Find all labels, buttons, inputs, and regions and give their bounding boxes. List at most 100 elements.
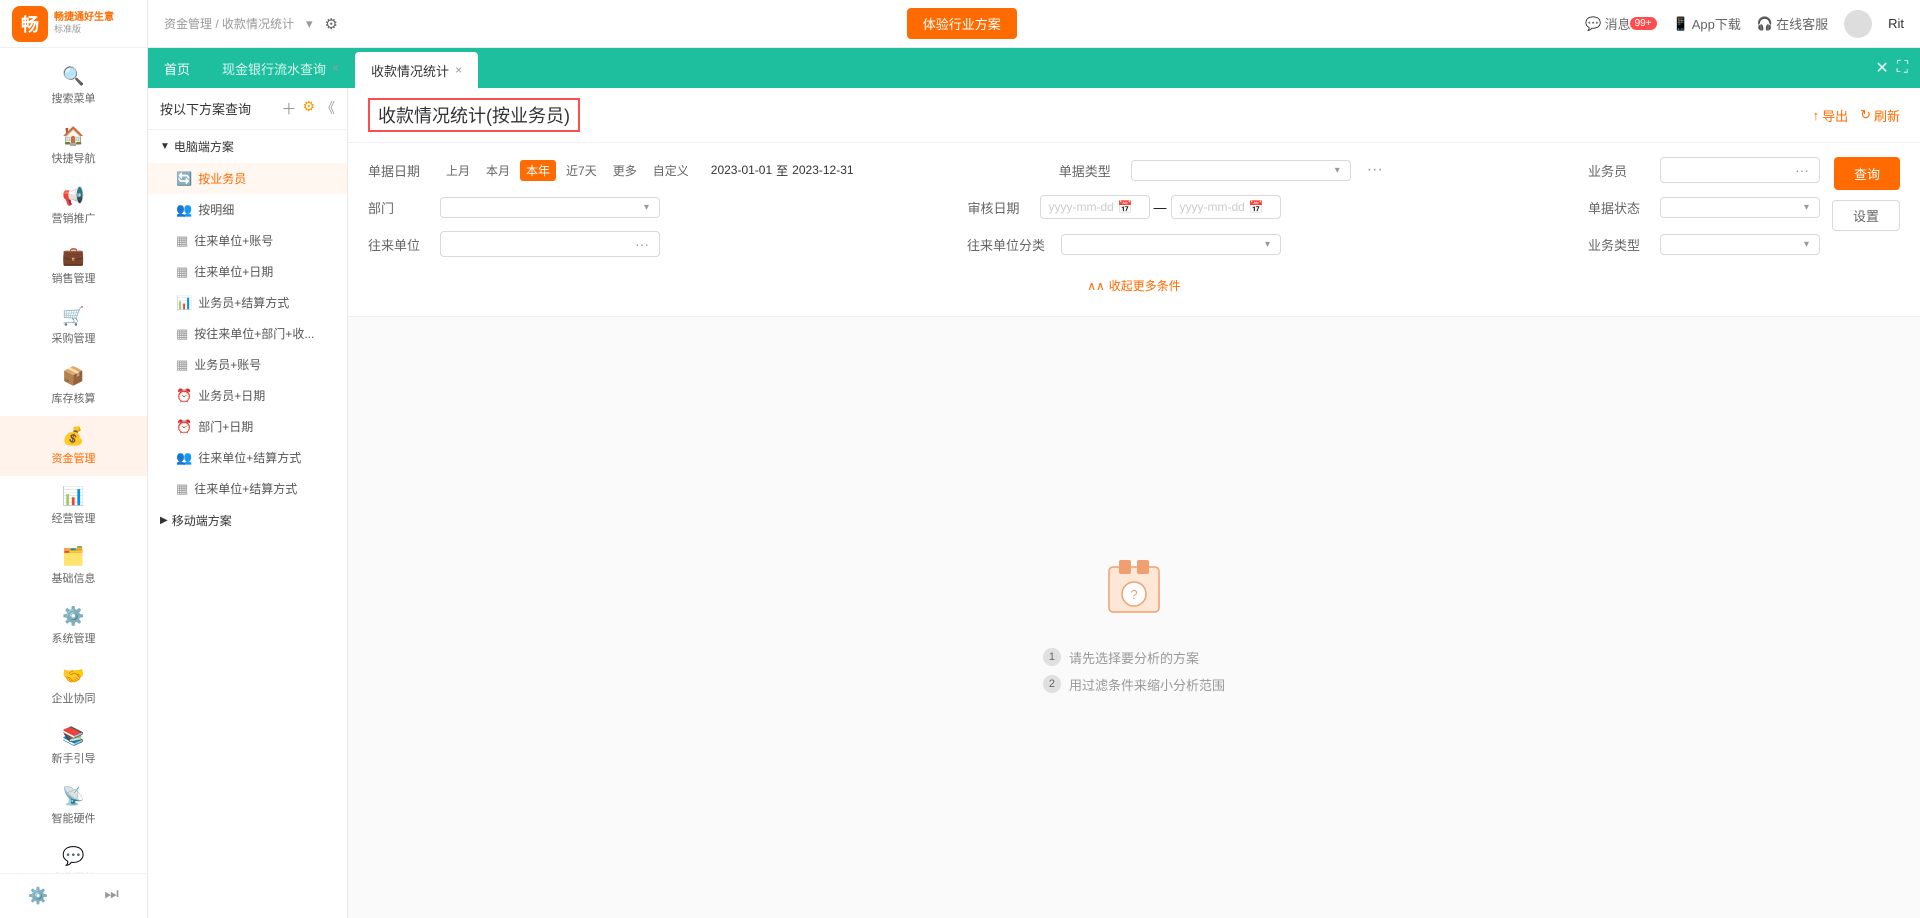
- date-tabs: 上月本月本年近7天更多自定义: [440, 160, 695, 181]
- sidebar-item-wechat[interactable]: 💬 企业微信: [0, 836, 147, 873]
- sidebar-item-guide[interactable]: 📚 新手引导: [0, 716, 147, 776]
- scheme-item-unit_dept_collect[interactable]: ▦ 按往来单位+部门+收...: [148, 318, 347, 349]
- page-title: 收款情况统计(按业务员): [368, 98, 580, 132]
- doc-status-select[interactable]: ▾: [1660, 197, 1820, 218]
- main-area: 资金管理 / 收款情况统计 ▾ ⚙ 体验行业方案 💬 消息 99+ 📱 App下…: [148, 0, 1920, 918]
- scheme-icon-unit_dept_collect: ▦: [176, 326, 188, 342]
- refresh-icon: ↻: [1860, 107, 1871, 123]
- scheme-icon-salesperson_account: ▦: [176, 357, 188, 373]
- collapse-panel-icon[interactable]: 《: [321, 98, 335, 119]
- refresh-btn[interactable]: ↻ 刷新: [1860, 106, 1900, 125]
- wechat-icon: 💬: [62, 846, 84, 867]
- gear-scheme-icon[interactable]: ⚙: [302, 98, 315, 119]
- purchase-icon: 🛒: [62, 306, 84, 327]
- sidebar-item-inventory[interactable]: 📦 库存核算: [0, 356, 147, 416]
- set-btn[interactable]: 设置: [1832, 200, 1900, 231]
- desktop-group-label: 电脑端方案: [174, 138, 234, 155]
- app-download-area[interactable]: 📱 App下载: [1673, 14, 1741, 33]
- date-tab-本年[interactable]: 本年: [520, 160, 556, 181]
- scheme-item-salesperson_account[interactable]: ▦ 业务员+账号: [148, 349, 347, 380]
- tab-collection-label: 收款情况统计: [371, 61, 449, 80]
- tab-bank-close[interactable]: ×: [332, 61, 339, 75]
- logo-icon: 畅: [12, 6, 48, 42]
- review-to-input[interactable]: yyyy-mm-dd 📅: [1171, 195, 1281, 219]
- sidebar-item-hardware[interactable]: 📡 智能硬件: [0, 776, 147, 836]
- sidebar-item-basic[interactable]: 🗂️ 基础信息: [0, 536, 147, 596]
- maximize-btn[interactable]: ⛶: [1897, 59, 1908, 77]
- system-label: 系统管理: [52, 630, 96, 646]
- salesperson-select[interactable]: ···: [1660, 157, 1820, 183]
- dept-select[interactable]: ▾: [440, 197, 660, 218]
- app-label: App下载: [1692, 14, 1741, 33]
- avatar[interactable]: [1844, 10, 1872, 38]
- sidebar-item-operations[interactable]: 📊 经营管理: [0, 476, 147, 536]
- left-panel-header: 按以下方案查询 ＋ ⚙ 《: [148, 88, 347, 130]
- scheme-icon-unit_settle2: ▦: [176, 481, 188, 497]
- scheme-item-salesperson_date[interactable]: ⏰ 业务员+日期: [148, 380, 347, 411]
- sidebar-item-search[interactable]: 🔍 搜索菜单: [0, 56, 147, 116]
- scheme-item-detail[interactable]: 👥 按明细: [148, 194, 347, 225]
- mobile-group: ▶ 移动端方案: [148, 504, 347, 537]
- export-icon: ↑: [1813, 108, 1820, 123]
- quicknav-label: 快捷导航: [52, 150, 96, 166]
- scheme-item-unit_account[interactable]: ▦ 往来单位+账号: [148, 225, 347, 256]
- tab-collection-close[interactable]: ×: [455, 63, 462, 77]
- date-tab-近7天[interactable]: 近7天: [560, 160, 603, 181]
- mobile-group-title[interactable]: ▶ 移动端方案: [148, 504, 347, 537]
- sidebar-item-quicknav[interactable]: 🏠 快捷导航: [0, 116, 147, 176]
- scheme-item-salesperson_settle[interactable]: 📊 业务员+结算方式: [148, 287, 347, 318]
- settings-icon[interactable]: ⚙️: [28, 886, 48, 906]
- message-area[interactable]: 💬 消息 99+: [1585, 14, 1656, 33]
- scheme-label-salesperson: 按业务员: [198, 170, 246, 187]
- partner-cat-select[interactable]: ▾: [1061, 234, 1281, 255]
- tab-bank[interactable]: 现金银行流水查询 ×: [206, 48, 355, 88]
- basic-label: 基础信息: [52, 570, 96, 586]
- query-btn[interactable]: 查询: [1834, 157, 1900, 190]
- sidebar-item-system[interactable]: ⚙️ 系统管理: [0, 596, 147, 656]
- topbar-left: 资金管理 / 收款情况统计 ▾ ⚙: [164, 15, 338, 33]
- scheme-item-unit_settle2[interactable]: ▦ 往来单位+结算方式: [148, 473, 347, 504]
- tabbar-btns: ✕ ⛶: [1875, 58, 1920, 78]
- tab-home-label: 首页: [164, 59, 190, 78]
- scheme-item-unit_settle1[interactable]: 👥 往来单位+结算方式: [148, 442, 347, 473]
- partner-select[interactable]: ···: [440, 231, 660, 257]
- sidebar-item-purchase[interactable]: 🛒 采购管理: [0, 296, 147, 356]
- sidebar-item-finance[interactable]: 💰 资金管理: [0, 416, 147, 476]
- message-icon: 💬: [1585, 16, 1601, 32]
- collapse-icon[interactable]: ⏭: [104, 886, 118, 906]
- sidebar-item-sales[interactable]: 💼 销售管理: [0, 236, 147, 296]
- doc-type-more[interactable]: ···: [1367, 161, 1383, 179]
- logo-area: 畅 畅捷通好生意 标准版: [0, 0, 147, 48]
- salesperson-more[interactable]: ···: [1795, 162, 1809, 178]
- date-tab-更多[interactable]: 更多: [607, 160, 643, 181]
- scheme-item-dept_date[interactable]: ⏰ 部门+日期: [148, 411, 347, 442]
- enterprise-label: 企业协同: [52, 690, 96, 706]
- date-tab-上月[interactable]: 上月: [440, 160, 476, 181]
- add-scheme-icon[interactable]: ＋: [281, 98, 296, 119]
- service-area[interactable]: 🎧 在线客服: [1757, 14, 1828, 33]
- sidebar-item-marketing[interactable]: 📢 营销推广: [0, 176, 147, 236]
- biz-type-select[interactable]: ▾: [1660, 234, 1820, 255]
- doc-type-select[interactable]: ▾: [1131, 160, 1351, 181]
- gear-icon[interactable]: ⚙: [325, 15, 338, 33]
- close-window-btn[interactable]: ✕: [1875, 58, 1888, 78]
- calendar-icon-2: 📅: [1249, 200, 1264, 214]
- tab-home[interactable]: 首页: [148, 48, 206, 88]
- tab-collection[interactable]: 收款情况统计 ×: [355, 52, 478, 88]
- industry-btn[interactable]: 体验行业方案: [907, 8, 1017, 39]
- guide-icon: 📚: [62, 726, 84, 747]
- collapse-btn[interactable]: ∧∧ 收起更多条件: [368, 269, 1900, 302]
- export-btn[interactable]: ↑ 导出: [1813, 106, 1849, 125]
- scheme-list: 🔄 按业务员👥 按明细▦ 往来单位+账号▦ 往来单位+日期📊 业务员+结算方式▦…: [148, 163, 347, 504]
- dropdown-icon[interactable]: ▾: [306, 16, 313, 32]
- scheme-item-salesperson[interactable]: 🔄 按业务员: [148, 163, 347, 194]
- review-from-input[interactable]: yyyy-mm-dd 📅: [1040, 195, 1150, 219]
- date-tab-本月[interactable]: 本月: [480, 160, 516, 181]
- desktop-group-title[interactable]: ▼ 电脑端方案: [148, 130, 347, 163]
- scheme-item-unit_date[interactable]: ▦ 往来单位+日期: [148, 256, 347, 287]
- date-tab-自定义[interactable]: 自定义: [647, 160, 695, 181]
- system-icon: ⚙️: [62, 606, 84, 627]
- scheme-label-salesperson_date: 业务员+日期: [198, 387, 265, 404]
- partner-more[interactable]: ···: [635, 236, 649, 252]
- sidebar-item-enterprise[interactable]: 🤝 企业协同: [0, 656, 147, 716]
